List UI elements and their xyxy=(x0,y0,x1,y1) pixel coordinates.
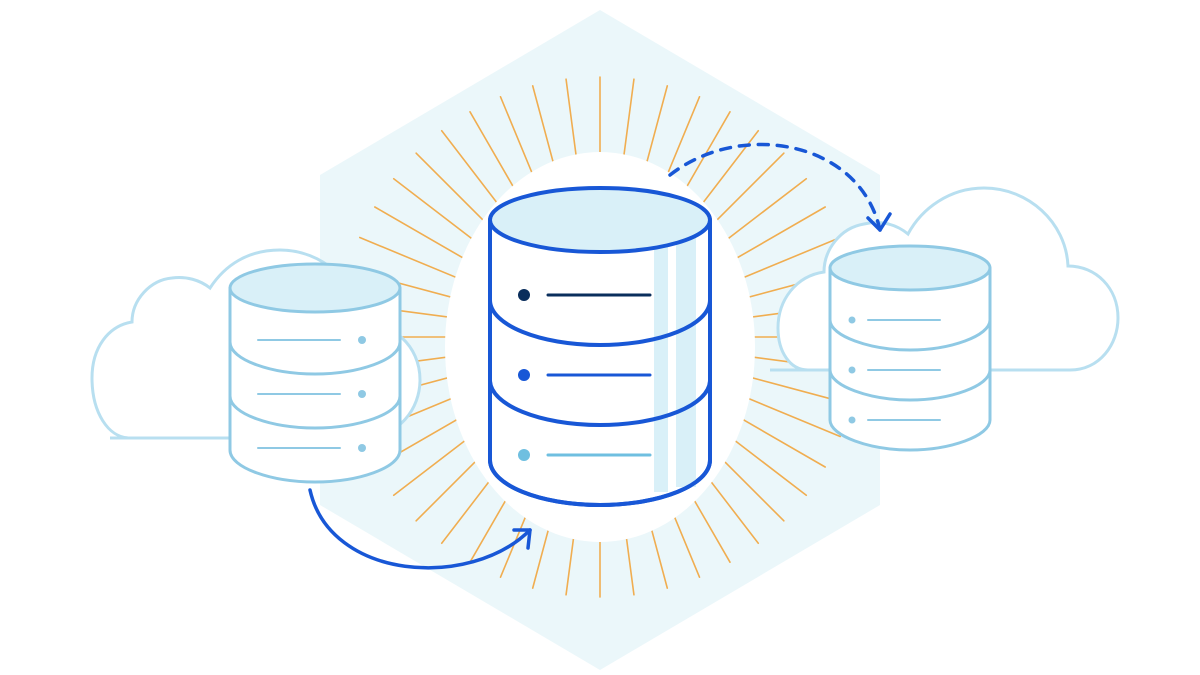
database-center-icon xyxy=(490,188,710,505)
database-left-icon xyxy=(230,264,400,482)
database-diagram xyxy=(0,0,1200,675)
database-right-icon xyxy=(830,246,990,450)
